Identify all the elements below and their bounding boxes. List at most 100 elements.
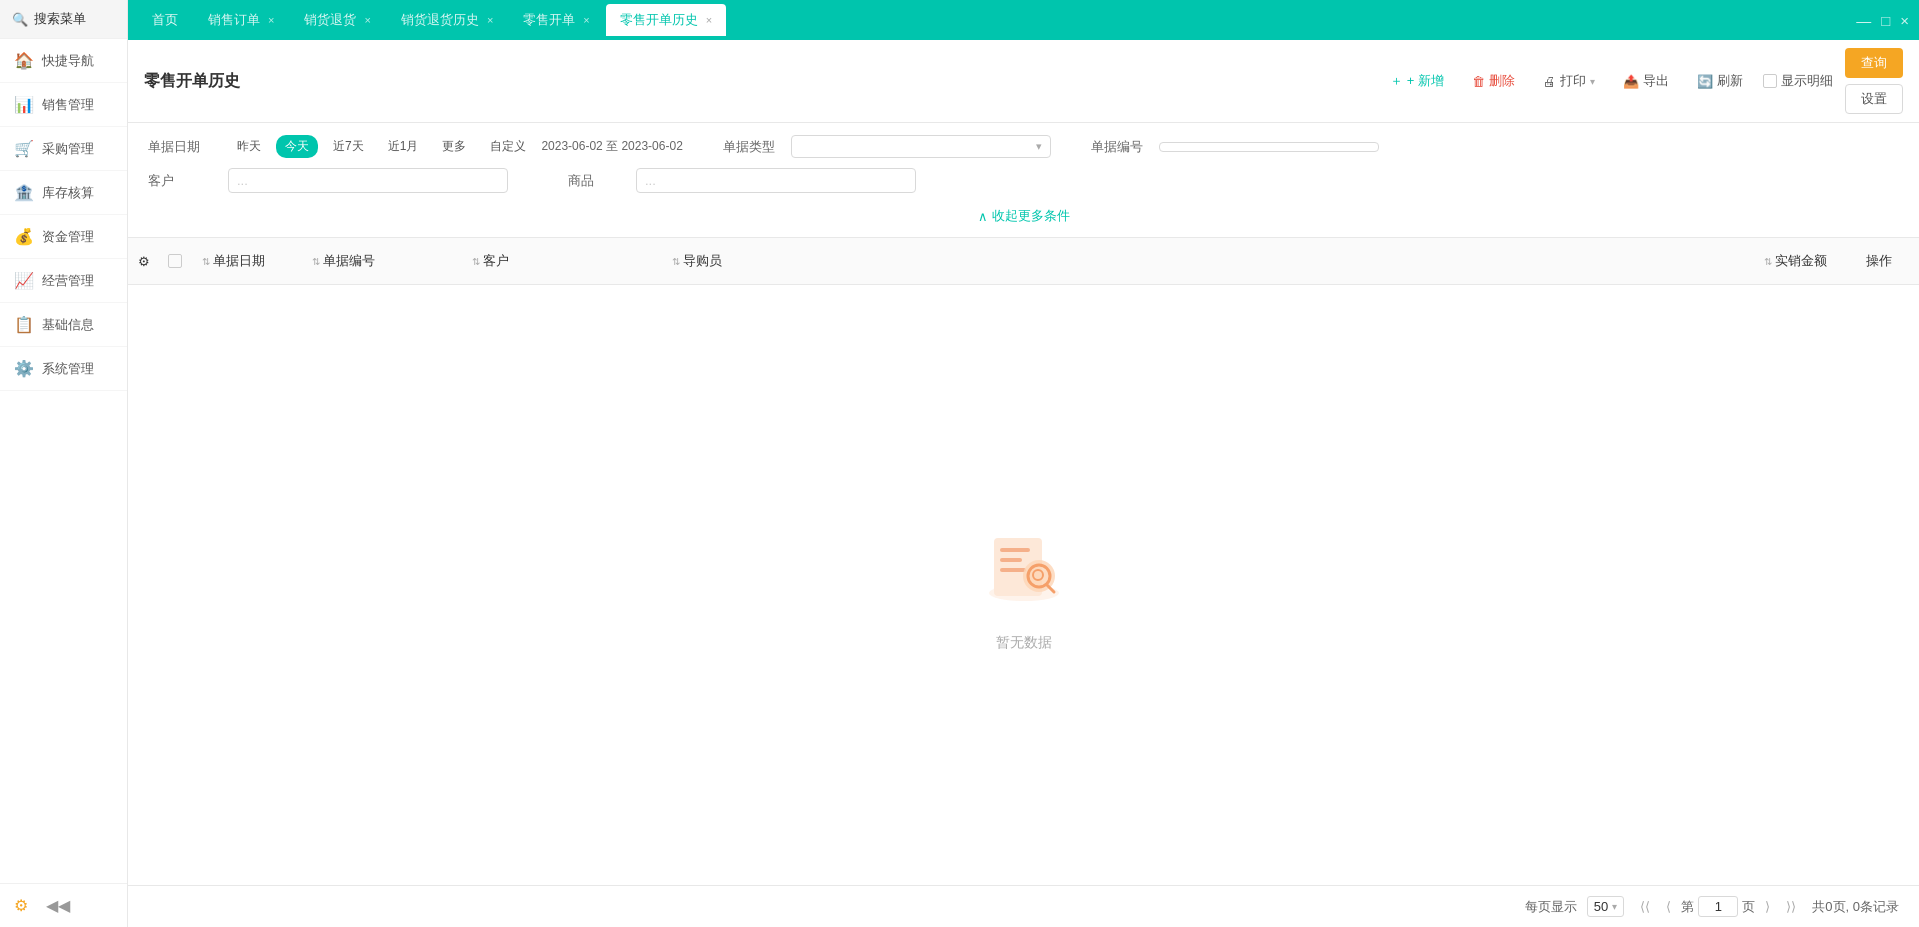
doc-type-filter-label: 单据类型 bbox=[723, 138, 783, 156]
tab-sales-order-label: 销售订单 bbox=[208, 11, 260, 29]
date-btn-custom[interactable]: 自定义 bbox=[481, 135, 535, 158]
collapse-up-icon: ∧ bbox=[978, 209, 988, 224]
sidebar-item-sales-mgmt[interactable]: 📊 销售管理 bbox=[0, 83, 127, 127]
customer-input[interactable]: ... bbox=[228, 168, 508, 193]
sidebar-item-label: 资金管理 bbox=[42, 228, 94, 246]
query-button[interactable]: 查询 bbox=[1845, 48, 1903, 78]
page-title: 零售开单历史 bbox=[144, 71, 1382, 92]
display-detail-checkbox[interactable] bbox=[1763, 74, 1777, 88]
column-settings-icon[interactable]: ⚙ bbox=[138, 254, 150, 269]
tab-home[interactable]: 首页 bbox=[138, 4, 192, 36]
close-tab-sales-return-history-icon[interactable]: × bbox=[487, 14, 493, 26]
sidebar-item-label: 基础信息 bbox=[42, 316, 94, 334]
sidebar-search[interactable]: 🔍 搜索菜单 bbox=[0, 0, 127, 39]
main-content: 首页 销售订单 × 销货退货 × 销货退货历史 × 零售开单 × 零售开单历史 … bbox=[128, 0, 1919, 927]
page-suffix: 页 bbox=[1742, 898, 1755, 916]
tab-sales-return-label: 销货退货 bbox=[304, 11, 356, 29]
doc-no-input[interactable] bbox=[1159, 142, 1379, 152]
close-icon[interactable]: × bbox=[1900, 12, 1909, 29]
collapse-more-btn[interactable]: ∧ 收起更多条件 bbox=[148, 203, 1899, 225]
empty-state: 暂无数据 bbox=[128, 285, 1919, 885]
export-button[interactable]: 📤 导出 bbox=[1615, 68, 1677, 94]
tab-retail-open-label: 零售开单 bbox=[523, 11, 575, 29]
print-button[interactable]: 🖨 打印 ▾ bbox=[1535, 68, 1603, 94]
th-guide: ⇅ 导购员 bbox=[660, 246, 780, 276]
th-customer-label: 客户 bbox=[483, 252, 509, 270]
collapse-sidebar-icon[interactable]: ◀◀ bbox=[46, 896, 70, 915]
sidebar-item-quick-nav[interactable]: 🏠 快捷导航 bbox=[0, 39, 127, 83]
add-button[interactable]: ＋ + 新增 bbox=[1382, 68, 1452, 94]
tab-sales-return[interactable]: 销货退货 × bbox=[290, 4, 384, 36]
date-btn-yesterday[interactable]: 昨天 bbox=[228, 135, 270, 158]
th-date-label: 单据日期 bbox=[213, 252, 265, 270]
svg-rect-4 bbox=[1000, 568, 1026, 572]
th-guide-label: 导购员 bbox=[683, 252, 722, 270]
sort-amount-icon[interactable]: ⇅ bbox=[1764, 256, 1772, 267]
tab-retail-open[interactable]: 零售开单 × bbox=[509, 4, 603, 36]
add-label: + 新增 bbox=[1407, 72, 1444, 90]
tab-retail-history[interactable]: 零售开单历史 × bbox=[606, 4, 726, 36]
sidebar-item-finance[interactable]: 💰 资金管理 bbox=[0, 215, 127, 259]
sort-no-icon[interactable]: ⇅ bbox=[312, 256, 320, 267]
next-page-button[interactable]: ⟩ bbox=[1759, 897, 1776, 916]
th-no-label: 单据编号 bbox=[323, 252, 375, 270]
setting-button[interactable]: 设置 bbox=[1845, 84, 1903, 114]
sort-customer-icon[interactable]: ⇅ bbox=[472, 256, 480, 267]
tab-sales-order[interactable]: 销售订单 × bbox=[194, 4, 288, 36]
tab-bar: 首页 销售订单 × 销货退货 × 销货退货历史 × 零售开单 × 零售开单历史 … bbox=[128, 0, 1919, 40]
th-action: 操作 bbox=[1839, 246, 1919, 276]
page-input[interactable] bbox=[1698, 896, 1738, 917]
print-label: 打印 bbox=[1560, 72, 1586, 90]
collapse-more-label: 收起更多条件 bbox=[992, 207, 1070, 225]
th-date: ⇅ 单据日期 bbox=[190, 246, 300, 276]
last-page-button[interactable]: ⟩⟩ bbox=[1780, 897, 1802, 916]
svg-rect-3 bbox=[1000, 558, 1022, 562]
sort-guide-icon[interactable]: ⇅ bbox=[672, 256, 680, 267]
settings-gear-icon[interactable]: ⚙ bbox=[14, 896, 28, 915]
search-icon: 🔍 bbox=[12, 12, 28, 27]
doc-type-select[interactable]: ▾ bbox=[791, 135, 1051, 158]
th-settings[interactable]: ⚙ bbox=[128, 248, 160, 275]
per-page-dropdown-icon: ▾ bbox=[1612, 901, 1617, 912]
sidebar-item-system-mgmt[interactable]: ⚙️ 系统管理 bbox=[0, 347, 127, 391]
maximize-icon[interactable]: □ bbox=[1881, 12, 1890, 29]
print-icon: 🖨 bbox=[1543, 74, 1556, 89]
close-tab-retail-history-icon[interactable]: × bbox=[706, 14, 712, 26]
first-page-button[interactable]: ⟨⟨ bbox=[1634, 897, 1656, 916]
print-arrow-icon: ▾ bbox=[1590, 76, 1595, 87]
date-btn-7days[interactable]: 近7天 bbox=[324, 135, 373, 158]
date-btn-more[interactable]: 更多 bbox=[433, 135, 475, 158]
sidebar-item-basic-info[interactable]: 📋 基础信息 bbox=[0, 303, 127, 347]
customer-filter-label: 客户 bbox=[148, 172, 208, 190]
tab-retail-history-label: 零售开单历史 bbox=[620, 11, 698, 29]
pagination-nav: ⟨⟨ ⟨ 第 页 ⟩ ⟩⟩ bbox=[1634, 896, 1802, 917]
goods-input[interactable]: ... bbox=[636, 168, 916, 193]
date-btn-1month[interactable]: 近1月 bbox=[379, 135, 428, 158]
per-page-select[interactable]: 50 ▾ bbox=[1587, 896, 1624, 917]
close-tab-sales-return-icon[interactable]: × bbox=[364, 14, 370, 26]
sidebar-item-inventory[interactable]: 🏦 库存核算 bbox=[0, 171, 127, 215]
tab-sales-return-history-label: 销货退货历史 bbox=[401, 11, 479, 29]
goods-dots: ... bbox=[645, 173, 656, 188]
tab-sales-return-history[interactable]: 销货退货历史 × bbox=[387, 4, 507, 36]
close-tab-retail-open-icon[interactable]: × bbox=[583, 14, 589, 26]
th-checkbox[interactable] bbox=[160, 248, 190, 274]
display-detail-toggle[interactable]: 显示明细 bbox=[1763, 72, 1833, 90]
close-tab-sales-order-icon[interactable]: × bbox=[268, 14, 274, 26]
table-area: ⚙ ⇅ 单据日期 ⇅ 单据编号 ⇅ 客户 ⇅ 导购员 ⇅ bbox=[128, 238, 1919, 885]
date-btn-today[interactable]: 今天 bbox=[276, 135, 318, 158]
sidebar-item-purchase-mgmt[interactable]: 🛒 采购管理 bbox=[0, 127, 127, 171]
delete-button[interactable]: 🗑 删除 bbox=[1464, 68, 1523, 94]
select-all-checkbox[interactable] bbox=[168, 254, 182, 268]
sidebar-item-label: 快捷导航 bbox=[42, 52, 94, 70]
goods-filter-label: 商品 bbox=[568, 172, 628, 190]
delete-label: 删除 bbox=[1489, 72, 1515, 90]
sidebar-item-label: 系统管理 bbox=[42, 360, 94, 378]
sidebar-item-operations[interactable]: 📈 经营管理 bbox=[0, 259, 127, 303]
refresh-button[interactable]: 🔄 刷新 bbox=[1689, 68, 1751, 94]
prev-page-button[interactable]: ⟨ bbox=[1660, 897, 1677, 916]
customer-dots: ... bbox=[237, 173, 248, 188]
minimize-icon[interactable]: — bbox=[1856, 12, 1871, 29]
sort-date-icon[interactable]: ⇅ bbox=[202, 256, 210, 267]
toolbar: 零售开单历史 ＋ + 新增 🗑 删除 🖨 打印 ▾ 📤 导出 🔄 刷新 bbox=[128, 40, 1919, 123]
